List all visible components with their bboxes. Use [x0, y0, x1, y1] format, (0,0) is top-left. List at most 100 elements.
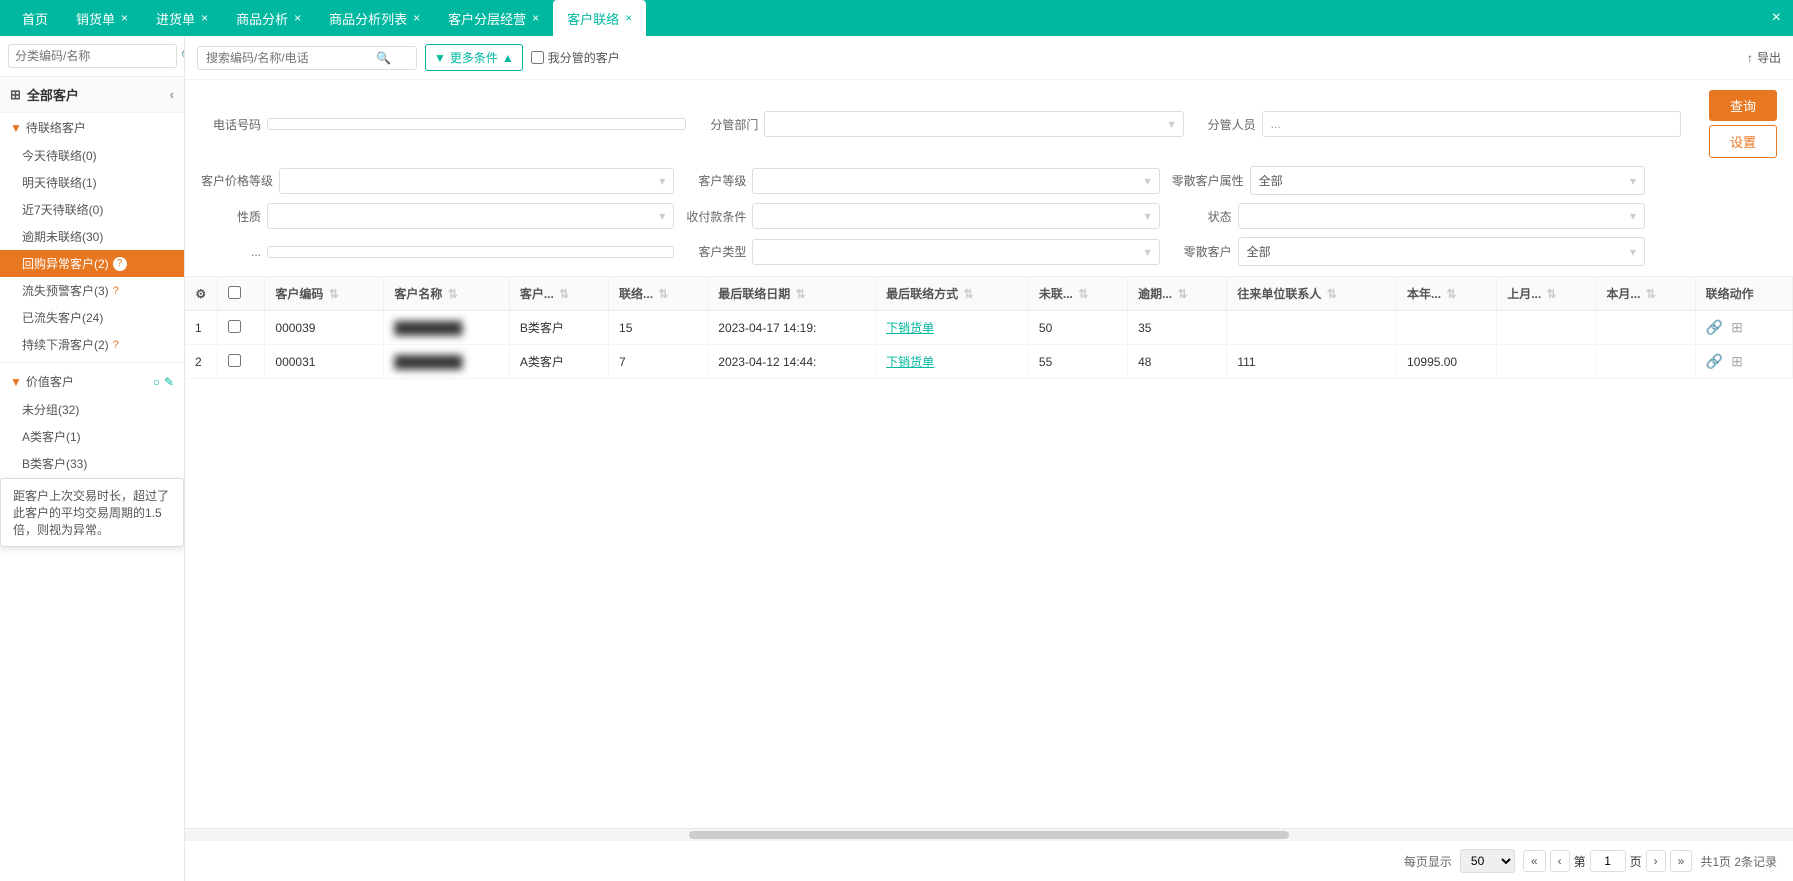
- row1-name[interactable]: ████████: [384, 311, 509, 345]
- scatter-customer-chevron-icon: ▾: [1630, 245, 1636, 259]
- payment-chevron-icon: ▾: [1145, 209, 1151, 223]
- repurchase-info-icon[interactable]: ?: [113, 257, 127, 271]
- nav-sales-order[interactable]: 销货单 ×: [62, 0, 142, 36]
- close-product-analysis[interactable]: ×: [294, 11, 301, 25]
- scatter-attr-input[interactable]: 全部 ▾: [1250, 166, 1645, 195]
- row1-thismonth: [1596, 311, 1695, 345]
- nav-product-analysis-list[interactable]: 商品分析列表 ×: [315, 0, 434, 36]
- payment-input[interactable]: ▾: [752, 203, 1159, 229]
- sidebar-today-pending[interactable]: 今天待联络(0): [0, 142, 184, 169]
- close-customer-contact[interactable]: ×: [625, 11, 632, 25]
- my-customers-checkbox[interactable]: [531, 51, 544, 64]
- prev-page-button[interactable]: ‹: [1550, 850, 1570, 872]
- select-all-checkbox[interactable]: [228, 286, 241, 299]
- scrollbar-thumb[interactable]: [689, 831, 1289, 839]
- sidebar-lost[interactable]: 已流失客户(24): [0, 304, 184, 331]
- horizontal-scrollbar[interactable]: [185, 828, 1793, 840]
- customer-grade-chevron-icon: ▾: [1145, 174, 1151, 188]
- sidebar-refresh-icon[interactable]: ○: [153, 375, 160, 389]
- sidebar-edit-icon[interactable]: ✎: [164, 375, 174, 389]
- sidebar-collapse-icon[interactable]: ‹: [170, 87, 174, 102]
- close-sales-order[interactable]: ×: [121, 11, 128, 25]
- sidebar-divider: [0, 362, 184, 363]
- col-type-header: 客户... ⇅: [509, 277, 608, 311]
- sidebar-overdue-pending[interactable]: 逾期未联络(30): [0, 223, 184, 250]
- lost-pre-info-icon[interactable]: ?: [113, 285, 119, 297]
- customer-grade-input[interactable]: ▾: [752, 168, 1159, 194]
- row1-uncontacted: 50: [1028, 311, 1127, 345]
- row2-actions: 🔗 ⊞: [1695, 345, 1792, 379]
- row2-name[interactable]: ████████: [384, 345, 509, 379]
- close-purchase-order[interactable]: ×: [201, 11, 208, 25]
- declining-info-icon[interactable]: ?: [113, 339, 119, 351]
- top-nav: 首页 销货单 × 进货单 × 商品分析 × 商品分析列表 × 客户分层经营 × …: [0, 0, 1793, 36]
- filter-search-input[interactable]: [206, 51, 376, 65]
- filter-payment: 收付款条件 ▾: [686, 203, 1159, 229]
- nav-customer-contact[interactable]: 客户联络 ×: [553, 0, 646, 36]
- row1-lastmethod: 下销货单: [876, 311, 1029, 345]
- price-grade-input[interactable]: ▾: [279, 168, 674, 194]
- row1-action-icons: 🔗 ⊞: [1706, 319, 1782, 336]
- sidebar-search-input[interactable]: [8, 44, 177, 68]
- sidebar-a-class[interactable]: A类客户(1): [0, 423, 184, 450]
- filter-customer-grade: 客户等级 ▾: [686, 168, 1159, 194]
- row1-select-checkbox[interactable]: [228, 320, 241, 333]
- filter-search-icon[interactable]: 🔍: [376, 51, 391, 65]
- filter-scatter-attr: 零散客户属性 全部 ▾: [1172, 166, 1645, 195]
- nav-product-analysis[interactable]: 商品分析 ×: [222, 0, 315, 36]
- nature-input[interactable]: ▾: [267, 203, 674, 229]
- row1-contact: 15: [609, 311, 708, 345]
- extra-input[interactable]: [267, 246, 674, 258]
- row1-link-icon[interactable]: 🔗: [1706, 319, 1723, 336]
- settings-button[interactable]: 设置: [1709, 125, 1777, 158]
- filter-customer-type: 客户类型 ▾: [686, 239, 1159, 265]
- scatter-customer-input[interactable]: 全部 ▾: [1238, 237, 1645, 266]
- row2-thisyear: 10995.00: [1397, 345, 1497, 379]
- row2-link-icon[interactable]: 🔗: [1706, 353, 1723, 370]
- row2-select-checkbox[interactable]: [228, 354, 241, 367]
- filter-scatter-customer: 零散客户 全部 ▾: [1172, 237, 1645, 266]
- col-name-header: 客户名称 ⇅: [384, 277, 509, 311]
- last-page-button[interactable]: »: [1670, 850, 1693, 872]
- close-all-icon[interactable]: ×: [1772, 9, 1781, 27]
- close-product-analysis-list[interactable]: ×: [413, 11, 420, 25]
- page-number-input[interactable]: [1590, 850, 1626, 872]
- filter-bar: 🔍 ▼ 更多条件 ▲ 我分管的客户 ↑ 导出: [185, 36, 1793, 80]
- col-code-header: 客户编码 ⇅: [265, 277, 384, 311]
- sidebar-declining[interactable]: 持续下滑客户(2) ?: [0, 331, 184, 358]
- filter-icon: ▼: [434, 51, 446, 65]
- sidebar-ungrouped[interactable]: 未分组(32): [0, 396, 184, 423]
- sidebar-pending-group[interactable]: ▼ 待联络客户: [0, 113, 184, 142]
- row2-qr-icon[interactable]: ⊞: [1731, 353, 1743, 370]
- sidebar-all-customers[interactable]: ⊞ 全部客户 ‹: [0, 77, 184, 113]
- sidebar-b-class[interactable]: B类客户(33): [0, 450, 184, 477]
- nav-customer-tier[interactable]: 客户分层经营 ×: [434, 0, 553, 36]
- row2-no: 2: [185, 345, 217, 379]
- col-overdue-header: 逾期... ⇅: [1128, 277, 1227, 311]
- status-input[interactable]: ▾: [1238, 203, 1645, 229]
- row2-action-icons: 🔗 ⊞: [1706, 353, 1782, 370]
- sidebar-tomorrow-pending[interactable]: 明天待联络(1): [0, 169, 184, 196]
- price-grade-chevron-icon: ▾: [659, 174, 665, 188]
- export-button[interactable]: ↑ 导出: [1747, 49, 1781, 66]
- row1-qr-icon[interactable]: ⊞: [1731, 319, 1743, 336]
- dept-input[interactable]: ▾: [764, 111, 1183, 137]
- query-button[interactable]: 查询: [1709, 90, 1777, 121]
- row1-actions: 🔗 ⊞: [1695, 311, 1792, 345]
- filter-dept: 分管部门 ▾: [698, 111, 1183, 137]
- nav-home[interactable]: 首页: [8, 0, 62, 36]
- more-conditions-btn[interactable]: ▼ 更多条件 ▲: [425, 44, 523, 71]
- page-size-select[interactable]: 50 20 100: [1460, 849, 1515, 873]
- sidebar-week-pending[interactable]: 近7天待联络(0): [0, 196, 184, 223]
- first-page-button[interactable]: «: [1523, 850, 1546, 872]
- close-customer-tier[interactable]: ×: [532, 11, 539, 25]
- sidebar-lost-warning[interactable]: 流失预警客户(3) ?: [0, 277, 184, 304]
- customer-type-input[interactable]: ▾: [752, 239, 1159, 265]
- next-page-button[interactable]: ›: [1646, 850, 1666, 872]
- sidebar-repurchase-anomaly[interactable]: 回购异常客户(2) ?: [0, 250, 184, 277]
- nav-purchase-order[interactable]: 进货单 ×: [142, 0, 222, 36]
- phone-input[interactable]: [267, 118, 686, 130]
- pagination-bar: 每页显示 50 20 100 « ‹ 第 页 › » 共1页 2条记录: [185, 840, 1793, 881]
- manager-input[interactable]: ...: [1262, 111, 1681, 137]
- chevron-up-icon: ▲: [502, 51, 514, 65]
